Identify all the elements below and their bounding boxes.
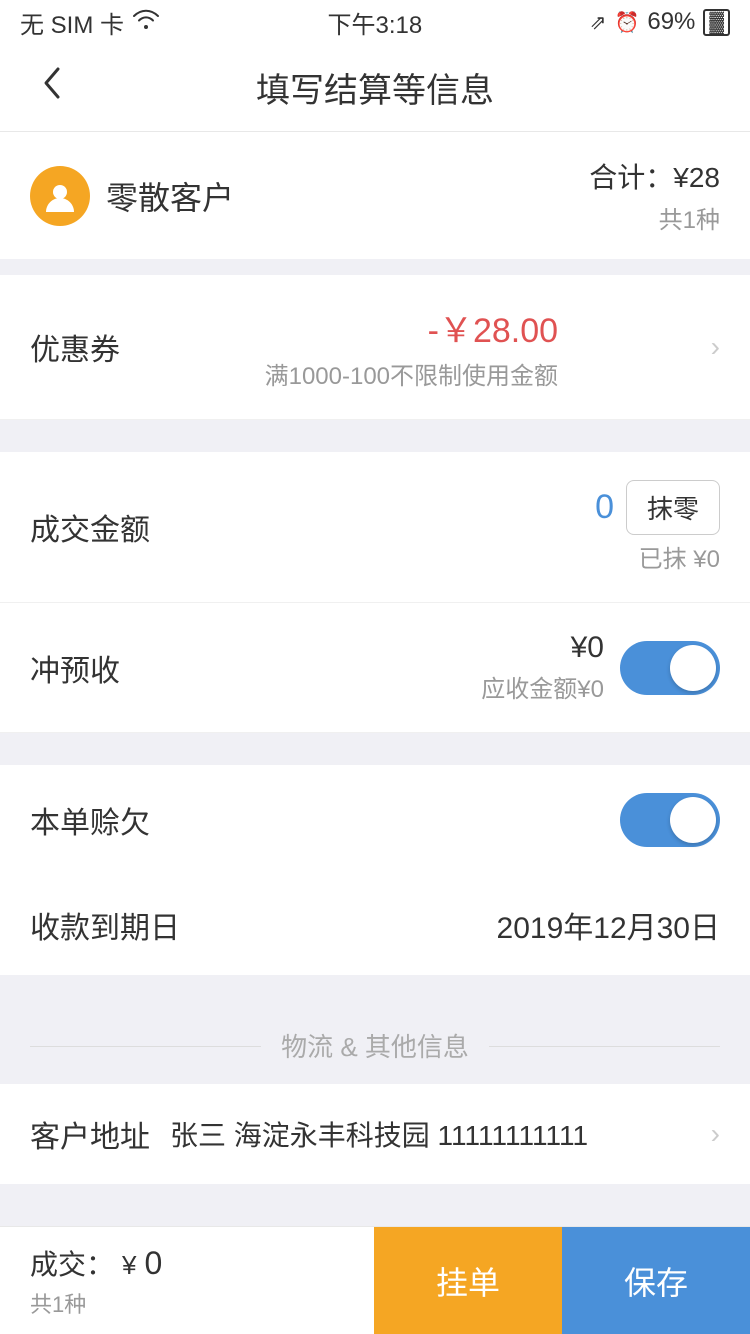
- section-divider-3: [0, 991, 750, 1007]
- customer-left: 零散客户: [30, 166, 234, 226]
- sim-label: 无 SIM 卡: [20, 5, 124, 40]
- logistics-header: 物流 & 其他信息: [0, 1007, 750, 1084]
- prepay-row: 冲预收 ¥0 应收金额¥0: [0, 603, 750, 733]
- status-left: 无 SIM 卡: [20, 5, 160, 40]
- prepay-toggle[interactable]: [620, 641, 720, 695]
- due-date-label: 收款到期日: [30, 903, 180, 947]
- wifi-icon: [132, 8, 160, 36]
- back-button[interactable]: [30, 55, 74, 120]
- bottom-deal-value: 0: [144, 1245, 162, 1282]
- deal-section: 成交金额 0 抹零 已抹 ¥0 冲预收 ¥0 应收金额¥0: [0, 452, 750, 733]
- bottom-deal-symbol: ¥: [122, 1250, 136, 1281]
- bottom-count: 共1种: [30, 1287, 344, 1319]
- bottom-info: 成交： ¥ 0 共1种: [0, 1227, 374, 1334]
- customer-right: 合计：¥28 共1种: [589, 156, 720, 235]
- prepay-label: 冲预收: [30, 646, 120, 690]
- status-bar: 无 SIM 卡 下午3:18 ⇗ ⏰ 69% ▓: [0, 0, 750, 44]
- debt-toggle[interactable]: [620, 793, 720, 847]
- coupon-right: -￥28.00 满1000-100不限制使用金额: [265, 303, 558, 391]
- pending-button[interactable]: 挂单: [374, 1227, 562, 1334]
- avatar: [30, 166, 90, 226]
- prepay-value: ¥0: [571, 631, 604, 664]
- prepay-right: ¥0 应收金额¥0: [481, 631, 720, 704]
- address-chevron-icon: ›: [711, 1118, 720, 1150]
- customer-row: 零散客户 合计：¥28 共1种: [0, 132, 750, 259]
- debt-row: 本单赊欠: [0, 765, 750, 875]
- debt-section: 本单赊欠 收款到期日 2019年12月30日: [0, 765, 750, 975]
- coupon-label: 优惠券: [30, 325, 120, 369]
- alarm-icon: ⏰: [614, 10, 639, 35]
- address-value: 张三 海淀永丰科技园 11111111111: [170, 1114, 703, 1154]
- debt-label: 本单赊欠: [30, 798, 150, 842]
- logistics-label: 物流 & 其他信息: [261, 1027, 489, 1064]
- coupon-description: 满1000-100不限制使用金额: [265, 356, 558, 391]
- deal-amount-value[interactable]: 0: [595, 488, 614, 527]
- location-icon: ⇗: [590, 10, 607, 35]
- due-date-value: 2019年12月30日: [497, 903, 720, 947]
- address-label: 客户地址: [30, 1112, 150, 1156]
- address-section: 客户地址 张三 海淀永丰科技园 11111111111 ›: [0, 1084, 750, 1184]
- due-date-row: 收款到期日 2019年12月30日: [0, 875, 750, 975]
- chevron-right-icon: ›: [711, 331, 720, 363]
- total-amount: 合计：¥28: [589, 156, 720, 196]
- address-row[interactable]: 客户地址 张三 海淀永丰科技园 11111111111 ›: [0, 1084, 750, 1184]
- section-divider-1: [0, 436, 750, 452]
- save-button[interactable]: 保存: [562, 1227, 750, 1334]
- coupon-discount: -￥28.00: [265, 303, 558, 352]
- bottom-bar: 成交： ¥ 0 共1种 挂单 保存: [0, 1226, 750, 1334]
- deal-amount-right: 0 抹零 已抹 ¥0: [595, 480, 720, 574]
- nav-bar: 填写结算等信息: [0, 44, 750, 132]
- deal-amount-row: 成交金额 0 抹零 已抹 ¥0: [0, 452, 750, 603]
- total-count: 共1种: [589, 200, 720, 235]
- prepay-sub: 应收金额¥0: [481, 669, 604, 704]
- prepay-values: ¥0 应收金额¥0: [481, 631, 604, 704]
- status-right: ⇗ ⏰ 69% ▓: [590, 8, 730, 36]
- battery-icon: ▓: [703, 9, 730, 36]
- battery-label: 69%: [647, 8, 695, 36]
- status-time: 下午3:18: [327, 5, 422, 40]
- bottom-deal-row: 成交： ¥ 0: [30, 1243, 344, 1283]
- content: 零散客户 合计：¥28 共1种 优惠券 -￥28.00 满1000-100不限制…: [0, 132, 750, 1320]
- debt-toggle-knob: [670, 797, 716, 843]
- bottom-deal-label: 成交：: [30, 1243, 114, 1283]
- customer-name: 零散客户: [106, 173, 234, 219]
- deal-amount-sub: 已抹 ¥0: [595, 539, 720, 574]
- coupon-row[interactable]: 优惠券 -￥28.00 满1000-100不限制使用金额 ›: [0, 275, 750, 420]
- page-title: 填写结算等信息: [256, 63, 494, 112]
- coupon-section: 优惠券 -￥28.00 满1000-100不限制使用金额 ›: [0, 275, 750, 420]
- section-divider-2: [0, 749, 750, 765]
- deal-amount-values: 0 抹零 已抹 ¥0: [595, 480, 720, 574]
- deal-amount-label: 成交金额: [30, 505, 150, 549]
- toggle-knob: [670, 645, 716, 691]
- round-zero-button[interactable]: 抹零: [626, 480, 720, 535]
